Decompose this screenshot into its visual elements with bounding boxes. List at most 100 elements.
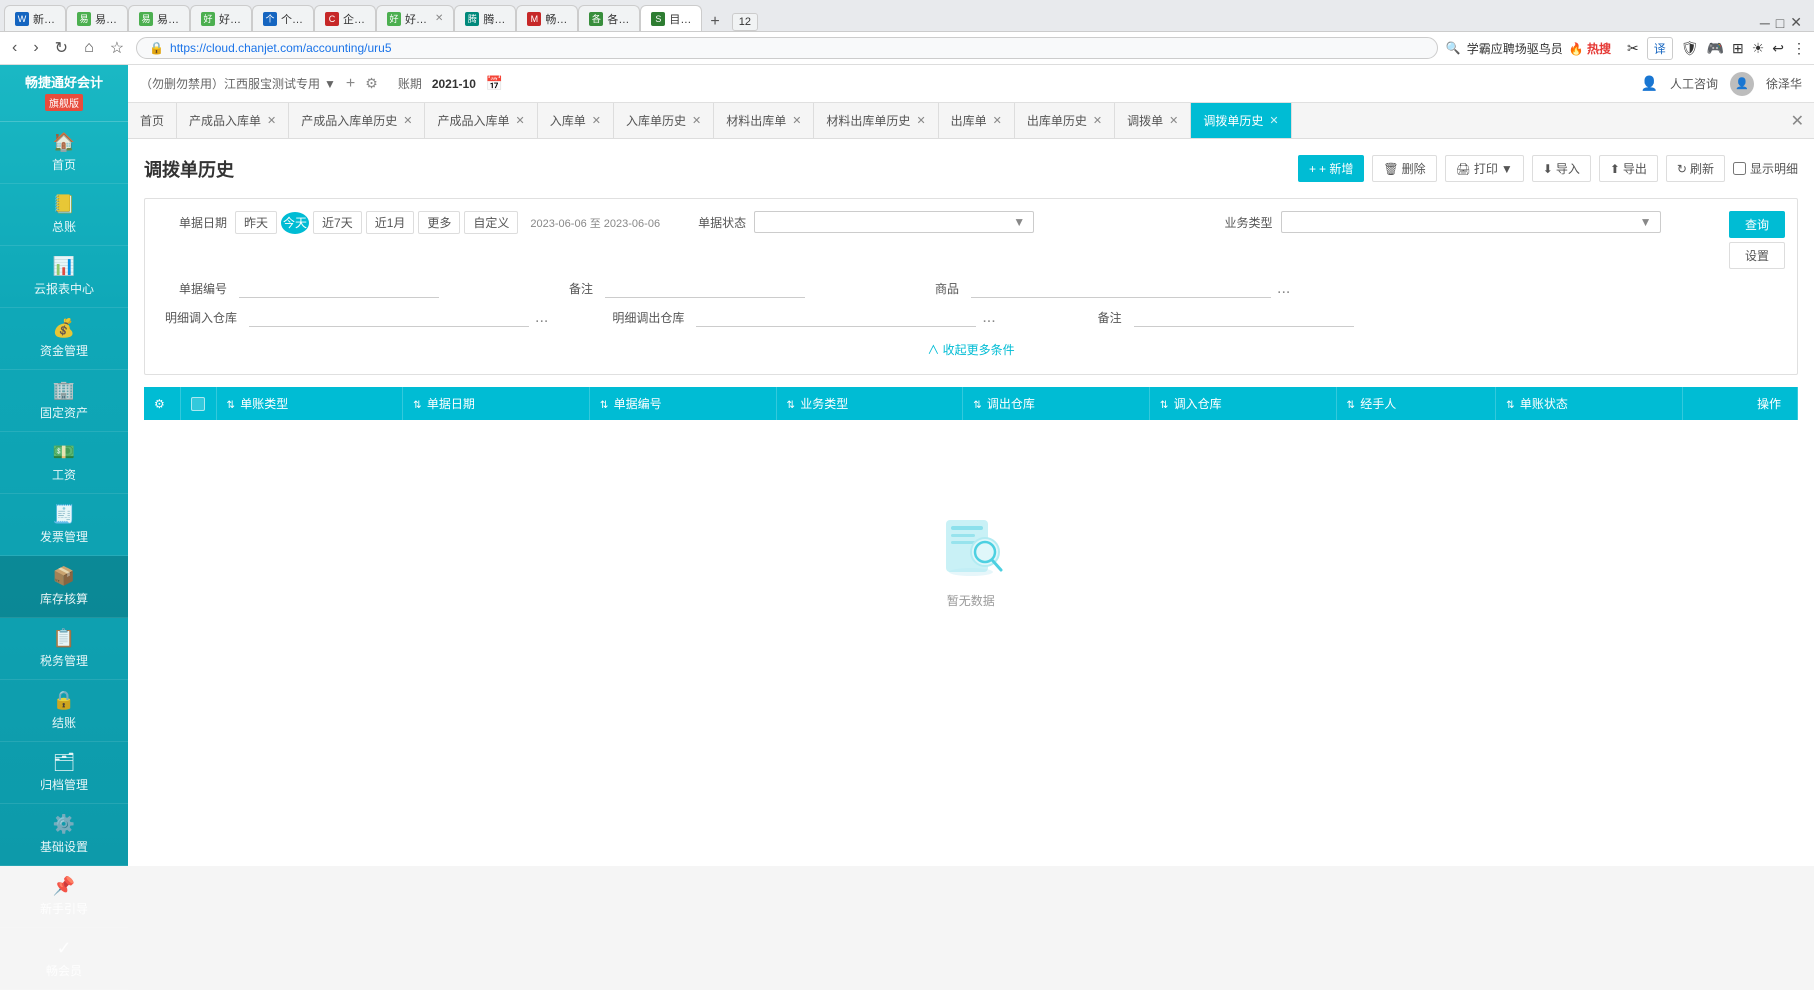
biz-type-select[interactable]: ▼ [1281, 211, 1661, 233]
note-input[interactable] [605, 279, 805, 298]
app-tab-close-10[interactable]: ✕ [1169, 114, 1178, 127]
translate-icon[interactable]: 译 [1647, 37, 1673, 60]
close-all-tabs-btn[interactable]: ✕ [1781, 111, 1814, 131]
calendar-icon[interactable]: 📅 [486, 75, 503, 92]
th-type[interactable]: ⇅ 单账类型 [216, 387, 403, 420]
app-tab-close-7[interactable]: ✕ [916, 114, 925, 127]
browser-tab-close-7[interactable]: ✕ [435, 13, 443, 24]
tab-count-badge[interactable]: 12 [732, 13, 758, 31]
show-cols-checkbox[interactable] [1733, 162, 1746, 175]
browser-tab-2[interactable]: 易 易… [66, 5, 128, 31]
delete-btn[interactable]: 🗑 删除 [1372, 155, 1436, 182]
browser-tab-11[interactable]: S 目… [640, 5, 702, 31]
browser-tab-8[interactable]: 腾 腾… [454, 5, 516, 31]
forward-btn[interactable]: › [29, 37, 42, 59]
import-btn[interactable]: ⬇ 导入 [1532, 155, 1591, 182]
detail-in-input[interactable] [249, 308, 529, 327]
app-tab-close-8[interactable]: ✕ [993, 114, 1002, 127]
app-tab-6[interactable]: 材料出库单 ✕ [714, 103, 814, 139]
browser-tab-6[interactable]: C 企… [314, 5, 376, 31]
app-tab-1[interactable]: 产成品入库单 ✕ [177, 103, 289, 139]
browser-tab-1[interactable]: W 新… [4, 5, 66, 31]
close-btn[interactable]: ✕ [1790, 14, 1802, 31]
browser-tab-5[interactable]: 个 个… [252, 5, 314, 31]
th-check[interactable] [180, 387, 216, 420]
th-in-warehouse[interactable]: ⇅ 调入仓库 [1149, 387, 1336, 420]
sidebar-item-ledger[interactable]: 📒 总账 [0, 184, 128, 246]
app-tab-close-9[interactable]: ✕ [1093, 114, 1102, 127]
sidebar-item-wage[interactable]: 💵 工资 [0, 432, 128, 494]
app-tab-close-1[interactable]: ✕ [267, 114, 276, 127]
sidebar-item-funds[interactable]: 💰 资金管理 [0, 308, 128, 370]
detail-in-more-btn[interactable]: ... [533, 309, 550, 327]
sidebar-item-tax[interactable]: 📋 税务管理 [0, 618, 128, 680]
detail-note-input[interactable] [1134, 308, 1354, 327]
browser-tab-9[interactable]: M 畅… [516, 5, 578, 31]
menu-icon[interactable]: ⋮ [1792, 40, 1806, 57]
home-nav-btn[interactable]: ⌂ [80, 37, 98, 59]
minimize-btn[interactable]: ─ [1760, 15, 1770, 31]
app-tab-home[interactable]: 首页 [128, 103, 177, 139]
app-tab-8[interactable]: 出库单 ✕ [939, 103, 1015, 139]
browser-tab-4[interactable]: 好 好… [190, 5, 252, 31]
app-tab-close-6[interactable]: ✕ [792, 114, 801, 127]
app-tab-9[interactable]: 出库单历史 ✕ [1015, 103, 1115, 139]
browser-tab-10[interactable]: 各 各… [578, 5, 640, 31]
sidebar-item-home[interactable]: 🏠 首页 [0, 122, 128, 184]
th-out-warehouse[interactable]: ⇅ 调出仓库 [963, 387, 1150, 420]
app-tab-close-5[interactable]: ✕ [692, 114, 701, 127]
app-tab-close-4[interactable]: ✕ [592, 114, 601, 127]
app-tab-11[interactable]: 调拨单历史 ✕ [1191, 103, 1291, 139]
docnum-input[interactable] [239, 279, 439, 298]
th-date[interactable]: ⇅ 单据日期 [403, 387, 590, 420]
add-company-btn[interactable]: + [346, 75, 355, 93]
customer-service-label[interactable]: 人工咨询 [1670, 75, 1718, 92]
print-btn[interactable]: 🖨 打印 ▼ [1445, 155, 1524, 182]
th-num[interactable]: ⇅ 单据编号 [589, 387, 776, 420]
back-btn[interactable]: ‹ [8, 37, 21, 59]
address-bar[interactable]: 🔒 https://cloud.chanjet.com/accounting/u… [136, 37, 1438, 59]
more-date-btn[interactable]: 更多 [418, 211, 460, 234]
th-status[interactable]: ⇅ 单账状态 [1496, 387, 1683, 420]
goods-input[interactable] [971, 279, 1271, 298]
sidebar-item-member[interactable]: ✓ 畅会员 [0, 928, 128, 990]
sidebar-item-assets[interactable]: 🏢 固定资产 [0, 370, 128, 432]
sidebar-item-archive[interactable]: 🗂 归档管理 [0, 742, 128, 804]
refresh-btn[interactable]: ↻ 刷新 [1666, 155, 1725, 182]
1month-btn[interactable]: 近1月 [366, 211, 415, 234]
select-all-checkbox[interactable] [191, 397, 205, 411]
app-tab-close-2[interactable]: ✕ [403, 114, 412, 127]
7days-btn[interactable]: 近7天 [313, 211, 362, 234]
settings-cog-btn[interactable]: ⚙ [365, 75, 378, 92]
detail-out-input[interactable] [696, 308, 976, 327]
company-selector[interactable]: （勿删勿禁用）江西服宝测试专用 ▼ [140, 75, 336, 92]
refresh-nav-btn[interactable]: ↻ [51, 36, 72, 60]
sidebar-item-closing[interactable]: 🔒 结账 [0, 680, 128, 742]
app-tab-10[interactable]: 调拨单 ✕ [1115, 103, 1191, 139]
new-btn[interactable]: + + 新增 [1298, 155, 1364, 182]
query-btn[interactable]: 查询 [1729, 211, 1785, 238]
goods-more-btn[interactable]: ... [1275, 280, 1292, 298]
app-tab-close-11[interactable]: ✕ [1269, 114, 1278, 127]
app-tab-close-3[interactable]: ✕ [516, 114, 525, 127]
browser-tab-7[interactable]: 好 好… ✕ [376, 5, 454, 31]
export-btn[interactable]: ⬆ 导出 [1599, 155, 1658, 182]
yesterday-btn[interactable]: 昨天 [235, 211, 277, 234]
maximize-btn[interactable]: □ [1776, 15, 1784, 31]
custom-date-btn[interactable]: 自定义 [464, 211, 518, 234]
today-btn[interactable]: 今天 [281, 212, 309, 234]
app-tab-7[interactable]: 材料出库单历史 ✕ [814, 103, 938, 139]
app-tab-4[interactable]: 入库单 ✕ [538, 103, 614, 139]
th-biz-type[interactable]: ⇅ 业务类型 [776, 387, 963, 420]
sidebar-item-reports[interactable]: 📊 云报表中心 [0, 246, 128, 308]
browser-tab-3[interactable]: 易 易… [128, 5, 190, 31]
star-btn[interactable]: ☆ [106, 36, 128, 60]
collapse-btn[interactable]: ∧ 收起更多条件 [157, 337, 1785, 362]
sidebar-item-settings[interactable]: ⚙️ 基础设置 [0, 804, 128, 866]
filter-settings-btn[interactable]: 设置 [1729, 242, 1785, 269]
sidebar-item-invoice[interactable]: 🧾 发票管理 [0, 494, 128, 556]
status-select[interactable]: ▼ [754, 211, 1034, 233]
detail-out-more-btn[interactable]: ... [980, 309, 997, 327]
th-handler[interactable]: ⇅ 经手人 [1336, 387, 1496, 420]
app-tab-2[interactable]: 产成品入库单历史 ✕ [289, 103, 425, 139]
